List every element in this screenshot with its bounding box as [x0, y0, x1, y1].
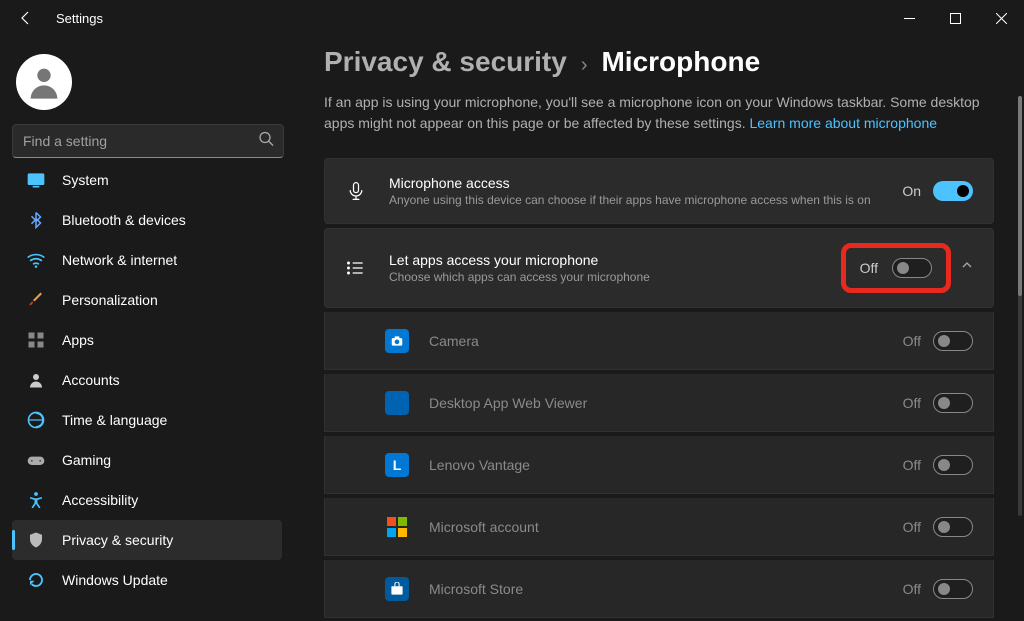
app-name: Microsoft account — [429, 519, 903, 535]
bluetooth-icon — [26, 210, 46, 230]
sidebar-item-label: Privacy & security — [62, 532, 173, 548]
app-name: Camera — [429, 333, 903, 349]
sidebar-item-label: Apps — [62, 332, 94, 348]
app-row: Microsoft accountOff — [324, 498, 994, 556]
app-icon — [385, 391, 409, 415]
accessibility-icon — [26, 490, 46, 510]
setting-subtitle: Choose which apps can access your microp… — [389, 270, 841, 284]
sidebar-item-accessibility[interactable]: Accessibility — [12, 480, 282, 520]
content: Privacy & security › Microphone If an ap… — [300, 36, 1024, 621]
app-row: L Lenovo VantageOff — [324, 436, 994, 494]
sidebar-item-bluetooth-devices[interactable]: Bluetooth & devices — [12, 200, 282, 240]
app-row: CameraOff — [324, 312, 994, 370]
sidebar-item-label: Windows Update — [62, 572, 168, 588]
page-description: If an app is using your microphone, you'… — [324, 92, 984, 134]
update-icon — [26, 570, 46, 590]
gamepad-icon — [26, 450, 46, 470]
sidebar-item-privacy-security[interactable]: Privacy & security — [12, 520, 282, 560]
setting-title: Let apps access your microphone — [389, 252, 841, 268]
sidebar-item-gaming[interactable]: Gaming — [12, 440, 282, 480]
app-toggle[interactable] — [933, 393, 973, 413]
app-toggle[interactable] — [933, 331, 973, 351]
avatar[interactable] — [16, 54, 72, 110]
sidebar-item-windows-update[interactable]: Windows Update — [12, 560, 282, 600]
breadcrumb-parent[interactable]: Privacy & security — [324, 46, 567, 78]
sidebar-item-accounts[interactable]: Accounts — [12, 360, 282, 400]
minimize-button[interactable] — [886, 0, 932, 36]
toggle-state-label: Off — [903, 333, 921, 349]
close-button[interactable] — [978, 0, 1024, 36]
titlebar: Settings — [0, 0, 1024, 36]
system-icon — [26, 170, 46, 190]
app-icon — [385, 515, 409, 539]
sidebar-item-label: Personalization — [62, 292, 158, 308]
window-title: Settings — [56, 11, 103, 26]
breadcrumb: Privacy & security › Microphone — [324, 46, 994, 78]
sidebar-item-network-internet[interactable]: Network & internet — [12, 240, 282, 280]
search-box — [12, 124, 284, 158]
setting-let-apps-access[interactable]: Let apps access your microphone Choose w… — [324, 228, 994, 308]
maximize-button[interactable] — [932, 0, 978, 36]
sidebar-item-label: Accounts — [62, 372, 120, 388]
clock-globe-icon — [26, 410, 46, 430]
chevron-down-icon — [961, 259, 973, 277]
apps-icon — [26, 330, 46, 350]
brush-icon — [26, 290, 46, 310]
back-button[interactable] — [16, 8, 36, 28]
learn-more-link[interactable]: Learn more about microphone — [749, 115, 937, 131]
let-apps-toggle[interactable] — [892, 258, 932, 278]
sidebar: System Bluetooth & devices Network & inter… — [0, 36, 300, 621]
app-toggle[interactable] — [933, 455, 973, 475]
setting-title: Microphone access — [389, 175, 902, 191]
app-name: Lenovo Vantage — [429, 457, 903, 473]
sidebar-item-label: Accessibility — [62, 492, 138, 508]
app-icon: L — [385, 453, 409, 477]
person-icon — [26, 370, 46, 390]
sidebar-item-label: Time & language — [62, 412, 167, 428]
app-toggle[interactable] — [933, 579, 973, 599]
microphone-access-toggle[interactable] — [933, 181, 973, 201]
toggle-state-label: Off — [903, 519, 921, 535]
setting-microphone-access[interactable]: Microphone access Anyone using this devi… — [324, 158, 994, 224]
app-icon — [385, 329, 409, 353]
highlight-box: Off — [841, 243, 951, 293]
nav-list[interactable]: System Bluetooth & devices Network & inter… — [12, 170, 288, 621]
sidebar-item-label: System — [62, 172, 109, 188]
list-icon — [345, 257, 367, 279]
search-icon — [258, 131, 274, 152]
sidebar-item-label: Gaming — [62, 452, 111, 468]
setting-subtitle: Anyone using this device can choose if t… — [389, 193, 902, 207]
breadcrumb-current: Microphone — [601, 46, 760, 78]
sidebar-item-personalization[interactable]: Personalization — [12, 280, 282, 320]
microphone-icon — [345, 180, 367, 202]
toggle-state-label: On — [902, 183, 921, 199]
search-input[interactable] — [12, 124, 284, 158]
shield-icon — [26, 530, 46, 550]
app-row: Desktop App Web ViewerOff — [324, 374, 994, 432]
sidebar-item-label: Bluetooth & devices — [62, 212, 186, 228]
app-toggle[interactable] — [933, 517, 973, 537]
toggle-state-label: Off — [903, 581, 921, 597]
app-list: CameraOffDesktop App Web ViewerOffLLenov… — [324, 312, 994, 618]
app-name: Microsoft Store — [429, 581, 903, 597]
window-controls — [886, 0, 1024, 36]
toggle-state-label: Off — [903, 457, 921, 473]
sidebar-item-label: Network & internet — [62, 252, 177, 268]
app-name: Desktop App Web Viewer — [429, 395, 903, 411]
chevron-right-icon: › — [581, 54, 588, 77]
wifi-icon — [26, 250, 46, 270]
app-row: Microsoft StoreOff — [324, 560, 994, 618]
app-icon — [385, 577, 409, 601]
sidebar-item-time-language[interactable]: Time & language — [12, 400, 282, 440]
scrollbar[interactable] — [1018, 96, 1022, 516]
toggle-state-label: Off — [860, 260, 878, 276]
sidebar-item-system[interactable]: System — [12, 170, 282, 200]
sidebar-item-apps[interactable]: Apps — [12, 320, 282, 360]
toggle-state-label: Off — [903, 395, 921, 411]
